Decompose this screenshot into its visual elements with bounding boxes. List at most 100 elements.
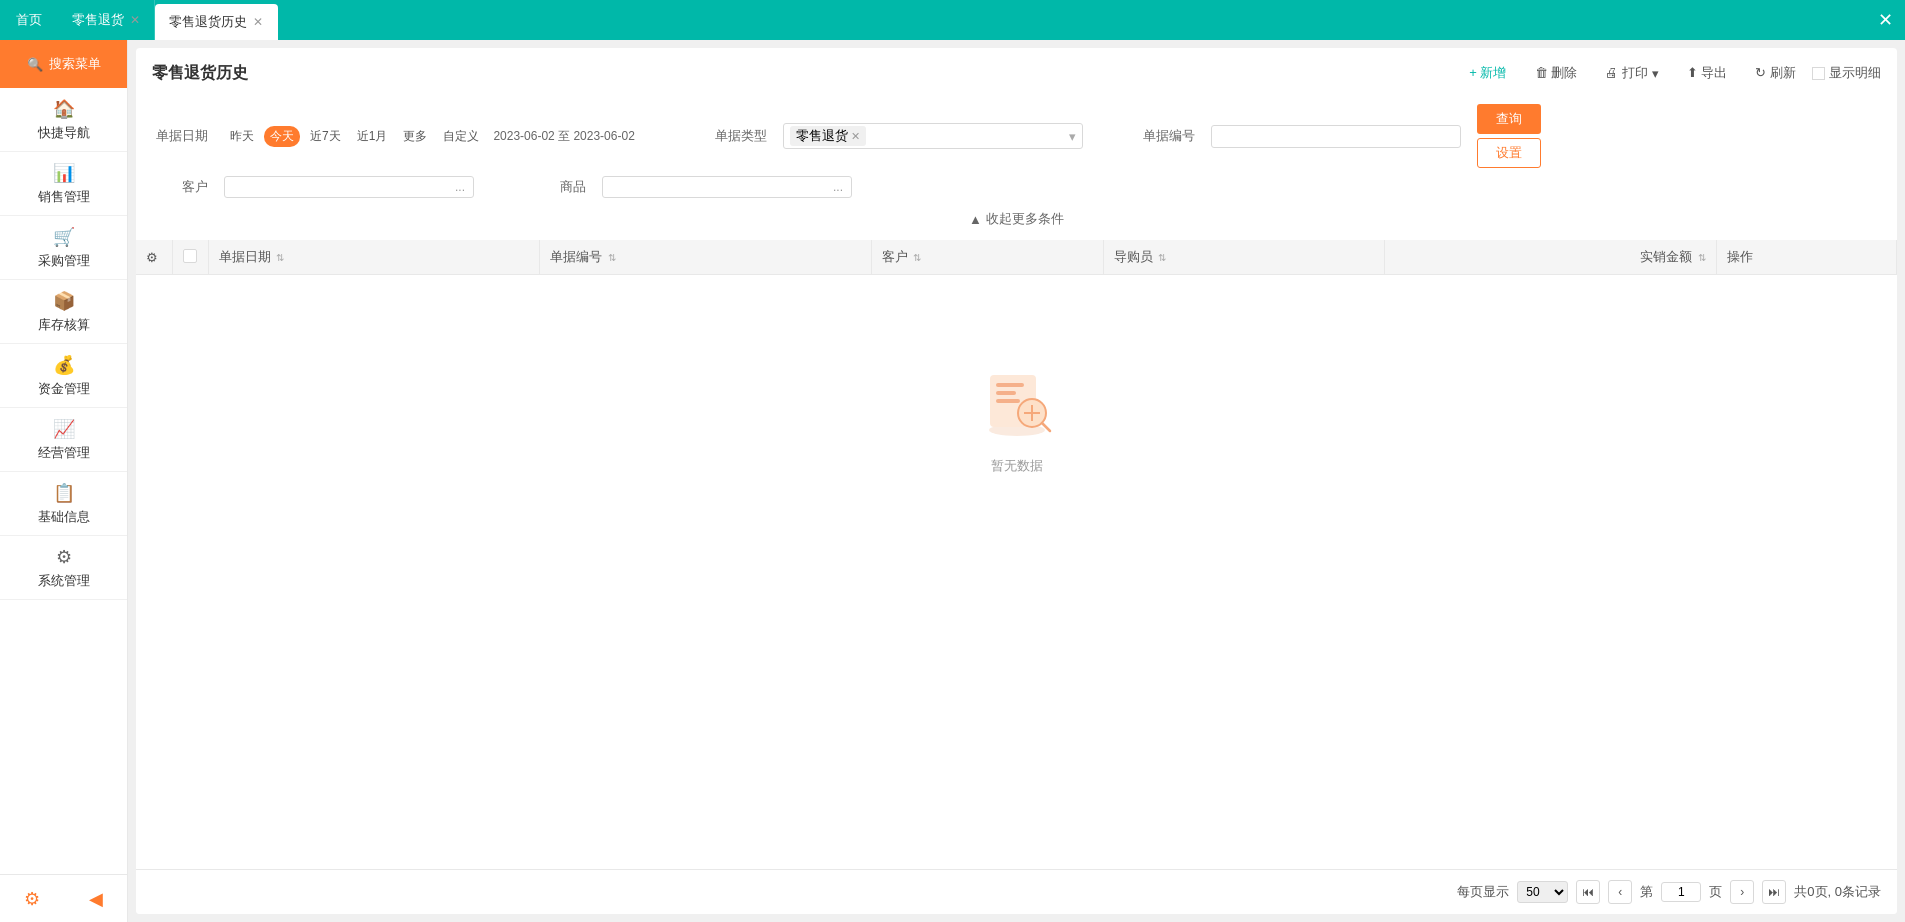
- setting-btn[interactable]: 设置: [1477, 138, 1541, 168]
- total-text: 共0页, 0条记录: [1794, 883, 1881, 901]
- tab-home[interactable]: 首页: [0, 11, 58, 29]
- pagination-bar: 每页显示 50 20 100 ⏮ ‹ 第 页 › ⏭ 共0页, 0条记录: [136, 869, 1897, 914]
- sidebar-item-operations[interactable]: 📈 经营管理: [0, 408, 127, 472]
- goods-input[interactable]: ...: [602, 176, 852, 198]
- sort-date-icon: ⇅: [276, 252, 284, 263]
- finance-icon: 💰: [53, 354, 75, 376]
- display-detail-checkbox[interactable]: [1812, 67, 1825, 80]
- page-label-prefix: 第: [1640, 883, 1653, 901]
- sidebar-item-quick-nav[interactable]: 🏠 快捷导航: [0, 88, 127, 152]
- page-label-suffix: 页: [1709, 883, 1722, 901]
- svg-rect-4: [996, 399, 1020, 403]
- date-range-display: 2023-06-02 至 2023-06-02: [493, 128, 634, 145]
- empty-state: 暂无数据: [136, 275, 1897, 555]
- page-first-btn[interactable]: ⏮: [1576, 880, 1600, 904]
- page-number-input[interactable]: [1661, 882, 1701, 902]
- main-layout: 🔍 搜索菜单 🏠 快捷导航 📊 销售管理 🛒 采购管理 📦 库存核算 💰: [0, 40, 1905, 922]
- sidebar-item-purchase[interactable]: 🛒 采购管理: [0, 216, 127, 280]
- type-tag-retail-return: 零售退货 ✕: [790, 126, 866, 146]
- voucher-input[interactable]: [1211, 125, 1461, 148]
- refresh-btn[interactable]: ↻ 刷新: [1747, 60, 1804, 86]
- select-all-checkbox[interactable]: [183, 249, 197, 263]
- page-title-bar: 零售退货历史 + 新增 🗑 删除 🖨 打印 ▾: [152, 60, 1881, 86]
- column-settings-icon[interactable]: ⚙: [146, 250, 158, 265]
- type-dropdown-icon: ▾: [1069, 129, 1076, 144]
- collapse-sidebar-icon[interactable]: ◀: [89, 888, 103, 910]
- toolbar: + 新增 🗑 删除 🖨 打印 ▾ ⬆ 导出: [1461, 60, 1804, 86]
- date-opt-1month[interactable]: 近1月: [351, 126, 394, 147]
- tab-retail-return-history[interactable]: 零售退货历史 ✕: [155, 4, 278, 40]
- sort-customer-icon: ⇅: [913, 252, 921, 263]
- collapse-bar[interactable]: ▲ 收起更多条件: [152, 206, 1881, 232]
- type-tag-close-icon[interactable]: ✕: [851, 130, 860, 143]
- date-opt-more[interactable]: 更多: [397, 126, 433, 147]
- new-btn[interactable]: + 新增: [1461, 60, 1514, 86]
- sidebar-item-sales[interactable]: 📊 销售管理: [0, 152, 127, 216]
- search-icon: 🔍: [27, 57, 43, 72]
- empty-text: 暂无数据: [991, 457, 1043, 475]
- date-opt-custom[interactable]: 自定义: [437, 126, 485, 147]
- type-filter-box[interactable]: 零售退货 ✕ ▾: [783, 123, 1083, 149]
- tab-close-retail-return[interactable]: ✕: [130, 13, 140, 27]
- th-customer[interactable]: 客户 ⇅: [871, 240, 1103, 275]
- sidebar-item-system[interactable]: ⚙ 系统管理: [0, 536, 127, 600]
- sidebar: 🔍 搜索菜单 🏠 快捷导航 📊 销售管理 🛒 采购管理 📦 库存核算 💰: [0, 40, 128, 922]
- goods-label: 商品: [530, 178, 586, 196]
- purchase-icon: 🛒: [53, 226, 75, 248]
- print-btn[interactable]: 🖨 打印 ▾: [1597, 60, 1667, 86]
- system-icon: ⚙: [56, 546, 72, 568]
- search-menu-btn[interactable]: 🔍 搜索菜单: [0, 40, 127, 88]
- date-opt-7days[interactable]: 近7天: [304, 126, 347, 147]
- content-area: 零售退货历史 + 新增 🗑 删除 🖨 打印 ▾: [128, 40, 1905, 922]
- th-date[interactable]: 单据日期 ⇅: [208, 240, 540, 275]
- page-next-btn[interactable]: ›: [1730, 880, 1754, 904]
- display-detail-option: 显示明细: [1812, 64, 1881, 82]
- table-wrapper: ⚙ 单据日期 ⇅ 单据编号: [136, 240, 1897, 869]
- svg-rect-3: [996, 391, 1016, 395]
- data-table: ⚙ 单据日期 ⇅ 单据编号: [136, 240, 1897, 275]
- voucher-label: 单据编号: [1139, 127, 1195, 145]
- date-opt-today[interactable]: 今天: [264, 126, 300, 147]
- top-bar: 首页 零售退货 ✕ 零售退货历史 ✕ ✕: [0, 0, 1905, 40]
- settings-bottom-icon[interactable]: ⚙: [24, 888, 40, 910]
- delete-btn[interactable]: 🗑 删除: [1527, 60, 1586, 86]
- table-section: ⚙ 单据日期 ⇅ 单据编号: [136, 240, 1897, 914]
- type-label: 单据类型: [711, 127, 767, 145]
- page-size-select[interactable]: 50 20 100: [1517, 881, 1568, 903]
- customer-input[interactable]: ...: [224, 176, 474, 198]
- sort-no-icon: ⇅: [608, 252, 616, 263]
- sidebar-bottom: ⚙ ◀: [0, 874, 127, 922]
- query-actions: 查询 设置: [1477, 104, 1541, 168]
- sort-amount-icon: ⇅: [1698, 252, 1706, 263]
- query-btn[interactable]: 查询: [1477, 104, 1541, 134]
- tab-retail-return[interactable]: 零售退货 ✕: [58, 0, 155, 40]
- page-title: 零售退货历史: [152, 63, 248, 84]
- th-settings[interactable]: ⚙: [136, 240, 172, 275]
- tab-close-history[interactable]: ✕: [253, 15, 263, 29]
- th-action: 操作: [1717, 240, 1897, 275]
- page-card: 零售退货历史 + 新增 🗑 删除 🖨 打印 ▾: [136, 48, 1897, 914]
- page-prev-btn[interactable]: ‹: [1608, 880, 1632, 904]
- home-icon: 🏠: [53, 98, 75, 120]
- customer-ellipsis: ...: [455, 180, 465, 194]
- sidebar-item-inventory[interactable]: 📦 库存核算: [0, 280, 127, 344]
- th-checkbox[interactable]: [172, 240, 208, 275]
- th-amount[interactable]: 实销金额 ⇅: [1385, 240, 1717, 275]
- window-close-btn[interactable]: ✕: [1878, 11, 1893, 29]
- date-options: 昨天 今天 近7天 近1月 更多 自定义 2023-06-02 至 2023-0…: [224, 126, 635, 147]
- sidebar-nav: 🏠 快捷导航 📊 销售管理 🛒 采购管理 📦 库存核算 💰 资金管理 📈: [0, 88, 127, 874]
- filter-row-2: 客户 ... 商品 ...: [152, 176, 1881, 198]
- empty-icon: [972, 355, 1062, 445]
- sidebar-item-basic-info[interactable]: 📋 基础信息: [0, 472, 127, 536]
- th-guide[interactable]: 导购员 ⇅: [1103, 240, 1385, 275]
- th-no[interactable]: 单据编号 ⇅: [540, 240, 872, 275]
- filter-area: 单据日期 昨天 今天 近7天 近1月 更多 自定义 2023-06-02 至 2…: [152, 96, 1881, 240]
- date-opt-yesterday[interactable]: 昨天: [224, 126, 260, 147]
- page-last-btn[interactable]: ⏭: [1762, 880, 1786, 904]
- collapse-up-icon: ▲: [969, 212, 982, 227]
- sidebar-item-finance[interactable]: 💰 资金管理: [0, 344, 127, 408]
- export-btn[interactable]: ⬆ 导出: [1679, 60, 1736, 86]
- operations-icon: 📈: [53, 418, 75, 440]
- print-dropdown-icon: ▾: [1652, 66, 1659, 81]
- basic-info-icon: 📋: [53, 482, 75, 504]
